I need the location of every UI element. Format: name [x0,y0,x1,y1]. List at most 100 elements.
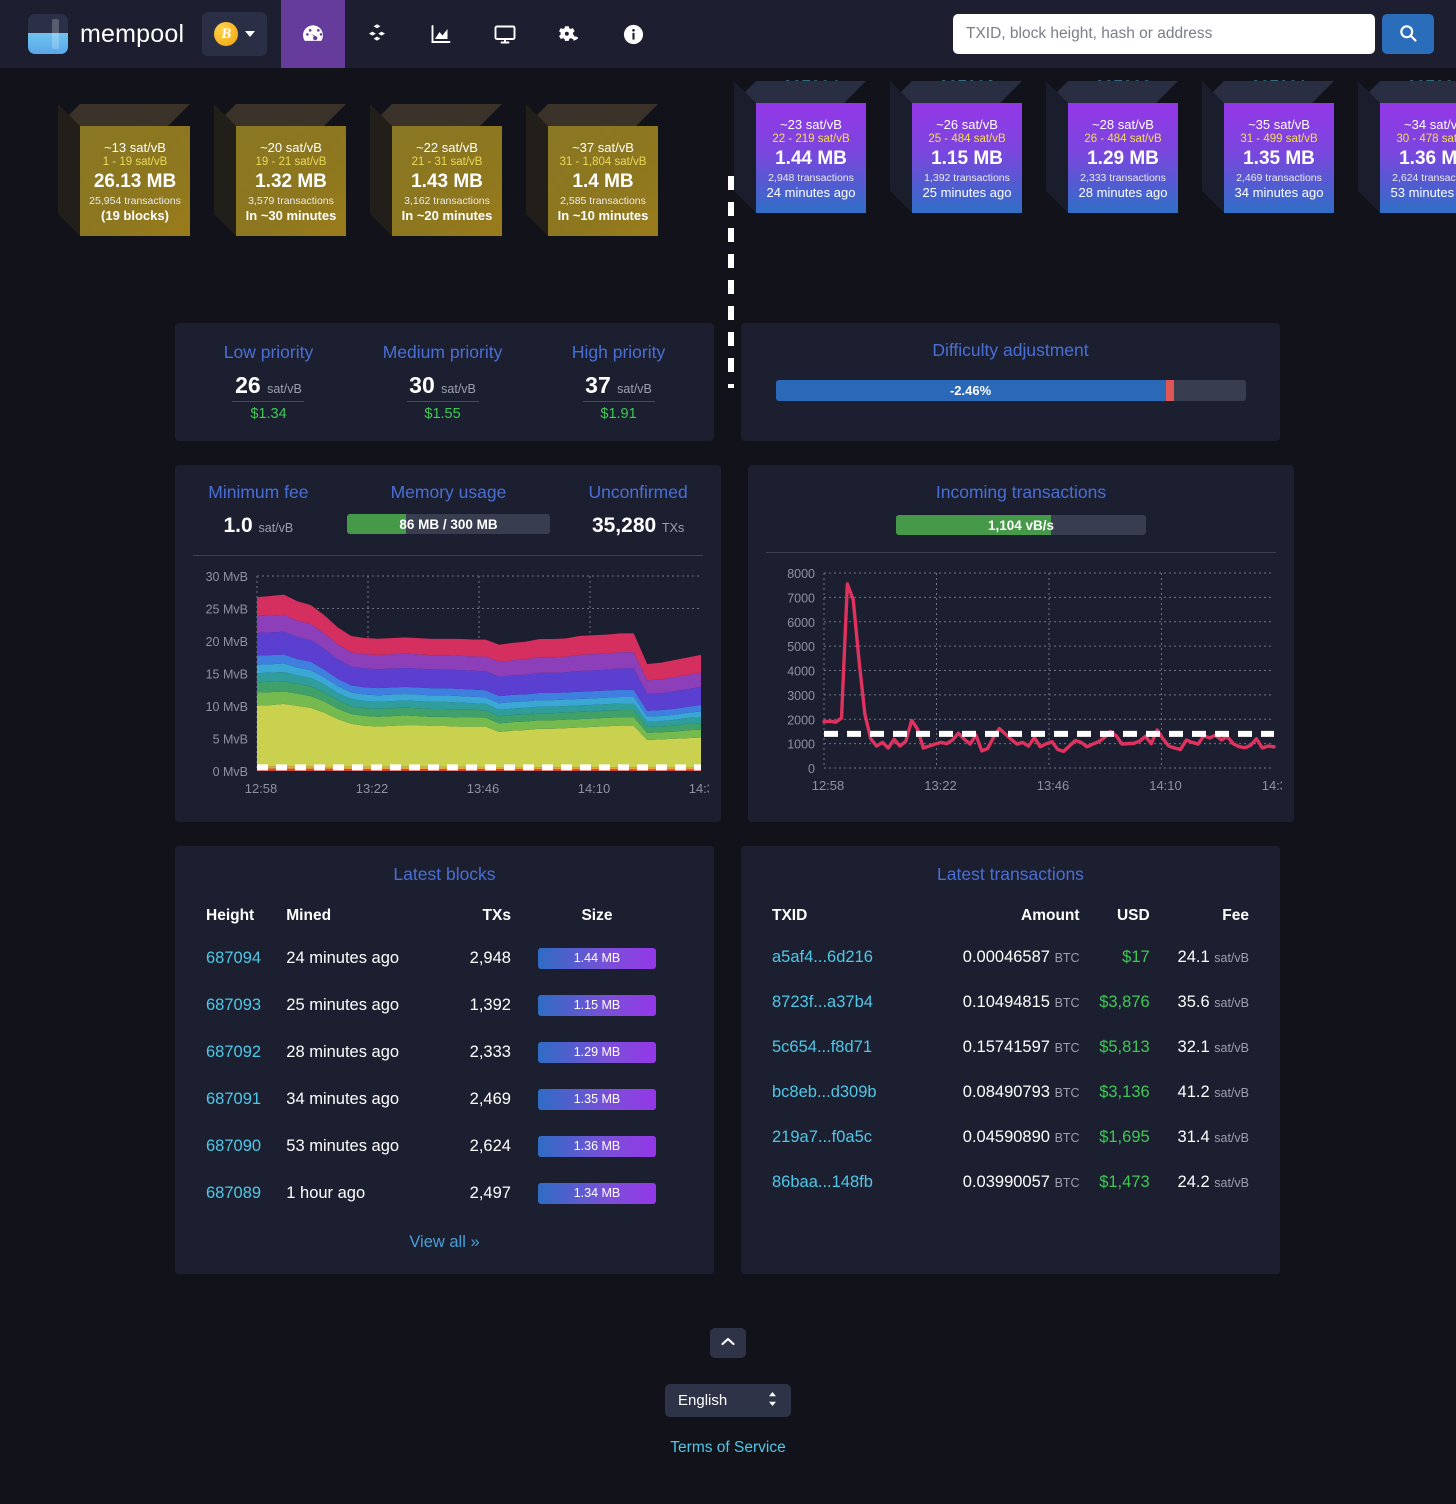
svg-text:30 MvB: 30 MvB [206,570,248,584]
mempool-block-3[interactable]: ~37 sat/vB 31 - 1,804 sat/vB 1.4 MB 2,585 t… [526,103,658,236]
divider [232,401,305,402]
table-row[interactable]: 687089 1 hour ago 2,497 1.34 MB [206,1170,683,1217]
mempool-block-1[interactable]: ~20 sat/vB 19 - 21 sat/vB 1.32 MB 3,579 tra… [214,103,346,236]
block-left-face [1202,81,1224,213]
mined-block-4[interactable]: 687090~34 sat/vB30 - 478 sat/vB1.36 MB2,… [1358,71,1456,213]
table-row[interactable]: 86baa...148fb 0.03990057 BTC $1,473 24.2 sa… [772,1160,1249,1205]
page-footer: English Terms of Service [0,1298,1456,1457]
gears-icon [557,22,581,46]
txid-link[interactable]: bc8eb...d309b [772,1083,877,1101]
svg-text:5 MvB: 5 MvB [213,733,248,747]
terms-of-service-link[interactable]: Terms of Service [0,1439,1456,1457]
mempool-block-2[interactable]: ~22 sat/vB 21 - 31 sat/vB 1.43 MB 3,162 tra… [370,103,502,236]
fee-low-value: 26 [235,372,261,398]
block-tx-count: 2,469 [469,1090,511,1108]
mined-block-face[interactable]: ~23 sat/vB 22 - 219 sat/vB 1.44 MB 2,948 tr… [756,103,866,213]
view-all-blocks-link[interactable]: View all » [206,1217,683,1274]
mined-block-0[interactable]: 687094~23 sat/vB22 - 219 sat/vB1.44 MB2,… [734,71,866,213]
table-row[interactable]: a5af4...6d216 0.00046587 BTC $17 24.1 sat/v… [772,935,1249,980]
block-left-face [1358,81,1380,213]
difficulty-percent: -2.46% [949,383,992,398]
nav-item-graphs[interactable] [409,0,473,68]
nav-item-settings[interactable] [537,0,601,68]
txid-link[interactable]: 5c654...f8d71 [772,1038,872,1056]
table-row[interactable]: 219a7...f0a5c 0.04590890 BTC $1,695 31.4 sa… [772,1115,1249,1160]
incoming-title: Incoming transactions [935,482,1107,502]
table-row[interactable]: 687092 28 minutes ago 2,333 1.29 MB [206,1029,683,1076]
block-size: 1.15 MB [931,147,1003,169]
search-button[interactable] [1382,14,1434,54]
divider [406,401,479,402]
mempool-block-face[interactable]: ~22 sat/vB 21 - 31 sat/vB 1.43 MB 3,162 tra… [392,126,502,236]
table-row[interactable]: 8723f...a37b4 0.10494815 BTC $3,876 35.6 sa… [772,980,1249,1025]
coin-selector[interactable]: B [202,12,268,56]
block-median-fee: ~22 sat/vB [416,139,478,155]
table-row[interactable]: bc8eb...d309b 0.08490793 BTC $3,136 41.2 sa… [772,1070,1249,1115]
block-height-link[interactable]: 687091 [206,1090,261,1108]
txid-link[interactable]: 86baa...148fb [772,1173,873,1191]
block-top-face [526,104,658,126]
block-height-link[interactable]: 687094 [206,949,261,967]
tx-amount: 0.08490793 [962,1083,1050,1101]
block-size-pill: 1.29 MB [537,1042,656,1063]
mined-block-face[interactable]: ~34 sat/vB30 - 478 sat/vB 1.36 MB 2,624 tr… [1380,103,1456,213]
mined-block-1[interactable]: 687093~26 sat/vB25 - 484 sat/vB1.15 MB1,… [890,71,1022,213]
table-row[interactable]: 687093 25 minutes ago 1,392 1.15 MB [206,982,683,1029]
svg-text:4000: 4000 [787,665,815,679]
txid-link[interactable]: 219a7...f0a5c [772,1128,872,1146]
mined-block-3[interactable]: 687091~35 sat/vB31 - 499 sat/vB1.35 MB2,… [1202,71,1334,213]
mined-block-face[interactable]: ~26 sat/vB 25 - 484 sat/vB 1.15 MB 1,392 tr… [912,103,1022,213]
block-height-link[interactable]: 687093 [206,996,261,1014]
language-selector[interactable]: English [665,1384,791,1417]
block-fee-range: 31 - 1,804 sat/vB [559,155,647,168]
mined-block-face[interactable]: ~35 sat/vB 31 - 499 sat/vB 1.35 MB 2,469 tr… [1224,103,1334,213]
brand-logo[interactable]: mempool [28,14,184,54]
txid-link[interactable]: a5af4...6d216 [772,948,873,966]
nav-item-dashboard[interactable] [281,0,346,68]
mempool-block-0[interactable]: ~13 sat/vB 1 - 19 sat/vB 26.13 MB 25,954 tr… [58,103,190,236]
block-age: 25 minutes ago [922,184,1012,200]
mined-block-face[interactable]: ~28 sat/vB 26 - 484 sat/vB 1.29 MB 2,333 tr… [1068,103,1178,213]
search-input[interactable] [953,14,1375,54]
mempool-block-face[interactable]: ~20 sat/vB 19 - 21 sat/vB 1.32 MB 3,579 tra… [236,126,346,236]
block-height-link[interactable]: 687089 [206,1184,261,1202]
mined-block-2[interactable]: 687092~28 sat/vB26 - 484 sat/vB1.29 MB2,… [1046,71,1178,213]
tx-fee: 24.2 [1177,1173,1210,1191]
fee-high-unit: sat/vB [617,382,652,396]
mempool-stats-card: Minimum fee 1.0 sat/vB Memory usage 86 M… [175,465,721,822]
tx-usd: $17 [1122,948,1150,966]
block-fee-range: 22 - 219 sat/vB [772,132,850,145]
block-tx-count: 3,162 transactions [404,194,490,207]
table-row[interactable]: 687094 24 minutes ago 2,948 1.44 MB [206,935,683,982]
difficulty-marker [1165,380,1174,401]
nav-item-blocks[interactable] [345,0,409,68]
fee-medium-unit: sat/vB [441,382,476,396]
block-height-link[interactable]: 687092 [206,1043,261,1061]
table-row[interactable]: 5c654...f8d71 0.15741597 BTC $5,813 32.1 sa… [772,1025,1249,1070]
block-size-pill: 1.35 MB [537,1089,656,1110]
tx-amount-unit: BTC [1054,1041,1080,1055]
nav-item-tv[interactable] [473,0,537,68]
block-median-fee: ~28 sat/vB [1092,116,1154,132]
block-median-fee: ~13 sat/vB [104,139,166,155]
tx-amount: 0.00046587 [962,948,1050,966]
tx-amount: 0.04590890 [962,1128,1050,1146]
scroll-to-top-button[interactable] [710,1328,746,1358]
table-row[interactable]: 687091 34 minutes ago 2,469 1.35 MB [206,1076,683,1123]
nav-item-about[interactable] [601,0,665,68]
block-tx-count: 3,579 transactions [248,194,334,207]
incoming-tx-chart[interactable]: 0 1000 2000 3000 4000 5000 6000 7000 8000 12:58 13… [748,553,1294,803]
mempool-block-face[interactable]: ~37 sat/vB 31 - 1,804 sat/vB 1.4 MB 2,585 t… [548,126,658,236]
unconfirmed-stat: Unconfirmed 35,280 TXs [589,482,688,538]
txid-link[interactable]: 8723f...a37b4 [772,993,873,1011]
block-left-face [1046,81,1068,213]
fee-high: High priority 37 sat/vB $1.91 [572,342,665,422]
block-height-link[interactable]: 687090 [206,1137,261,1155]
tx-amount-unit: BTC [1054,1176,1080,1190]
mempool-block-face[interactable]: ~13 sat/vB 1 - 19 sat/vB 26.13 MB 25,954 tr… [80,126,190,236]
mempool-area-chart[interactable]: 0 MvB 5 MvB 10 MvB 15 MvB 20 MvB 25 MvB 30 MvB… [175,556,721,806]
fee-high-usd: $1.91 [600,406,637,422]
svg-text:14:34: 14:34 [689,781,709,796]
block-size-pill: 1.44 MB [537,948,656,969]
table-row[interactable]: 687090 53 minutes ago 2,624 1.36 MB [206,1123,683,1170]
